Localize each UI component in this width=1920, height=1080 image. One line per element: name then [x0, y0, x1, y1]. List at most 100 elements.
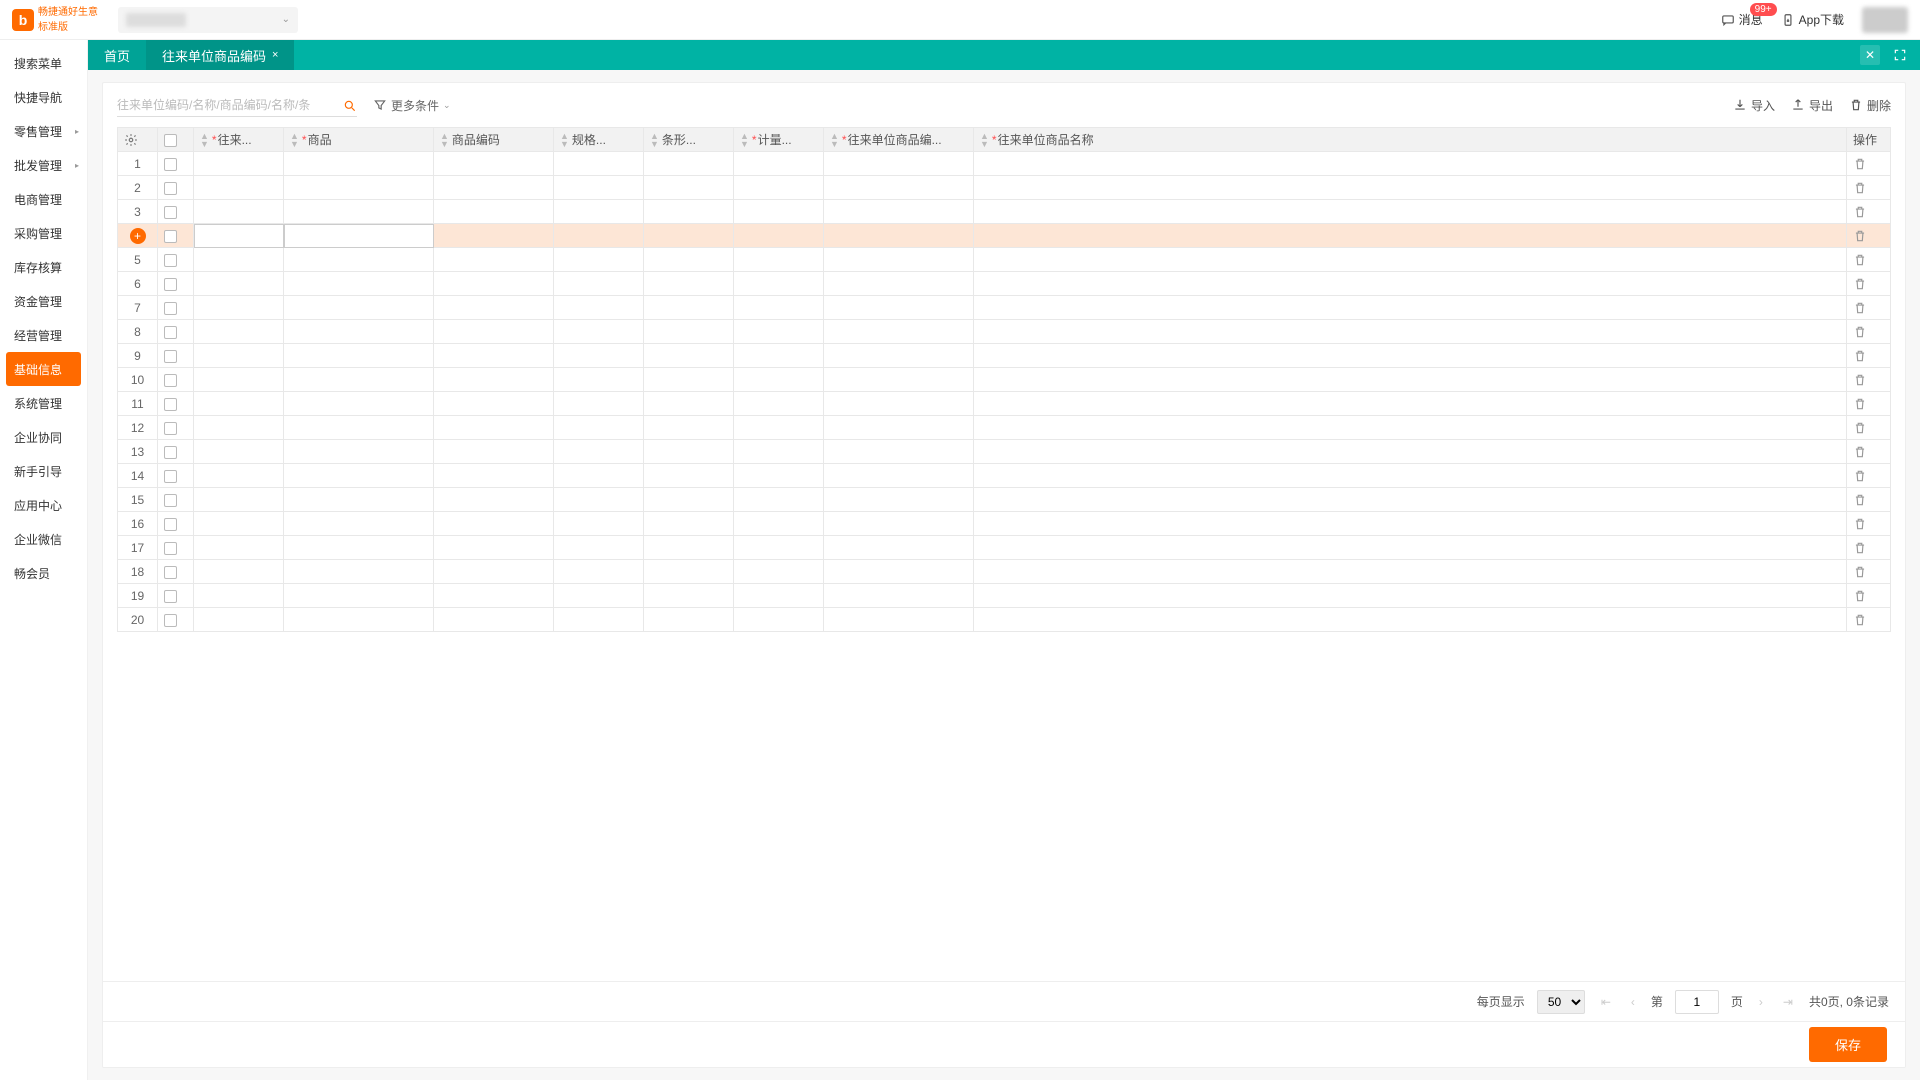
cell[interactable] [974, 440, 1847, 464]
row-checkbox[interactable] [158, 488, 194, 512]
save-button[interactable]: 保存 [1809, 1027, 1887, 1062]
cell[interactable] [824, 440, 974, 464]
delete-button[interactable]: 删除 [1849, 97, 1891, 114]
cell[interactable] [554, 368, 644, 392]
cell[interactable] [284, 440, 434, 464]
table-row[interactable]: 2 [118, 176, 1891, 200]
sidebar-item-8[interactable]: 经营管理 [0, 318, 87, 352]
cell[interactable] [824, 200, 974, 224]
cell[interactable] [554, 392, 644, 416]
row-checkbox[interactable] [158, 536, 194, 560]
sidebar-item-3[interactable]: 批发管理▸ [0, 148, 87, 182]
cell[interactable] [194, 392, 284, 416]
row-delete[interactable] [1847, 248, 1891, 272]
cell[interactable] [824, 536, 974, 560]
row-checkbox[interactable] [158, 272, 194, 296]
cell[interactable] [824, 368, 974, 392]
cell[interactable] [284, 560, 434, 584]
cell[interactable] [194, 296, 284, 320]
cell[interactable] [554, 224, 644, 248]
row-delete[interactable] [1847, 560, 1891, 584]
column-header-7[interactable]: ▲▼*往来单位商品名称 [974, 128, 1847, 152]
row-checkbox[interactable] [158, 392, 194, 416]
cell[interactable] [974, 272, 1847, 296]
row-checkbox[interactable] [158, 608, 194, 632]
cell[interactable] [734, 272, 824, 296]
cell[interactable] [734, 464, 824, 488]
cell[interactable] [974, 560, 1847, 584]
cell[interactable] [554, 416, 644, 440]
first-page-button[interactable]: ⇤ [1597, 995, 1615, 1009]
page-input[interactable] [1675, 990, 1719, 1014]
row-checkbox[interactable] [158, 584, 194, 608]
cell[interactable] [554, 584, 644, 608]
cell[interactable] [284, 152, 434, 176]
row-delete[interactable] [1847, 584, 1891, 608]
sidebar-item-13[interactable]: 应用中心 [0, 488, 87, 522]
row-checkbox[interactable] [158, 248, 194, 272]
cell[interactable] [194, 224, 284, 248]
cell[interactable] [974, 248, 1847, 272]
cell[interactable] [824, 296, 974, 320]
cell[interactable] [434, 416, 554, 440]
cell[interactable] [734, 584, 824, 608]
cell[interactable] [284, 464, 434, 488]
sidebar-item-10[interactable]: 系统管理 [0, 386, 87, 420]
cell[interactable] [194, 272, 284, 296]
row-checkbox[interactable] [158, 200, 194, 224]
cell[interactable] [194, 416, 284, 440]
cell[interactable] [824, 512, 974, 536]
table-row[interactable]: + [118, 224, 1891, 248]
column-header-4[interactable]: ▲▼条形... [644, 128, 734, 152]
cell[interactable] [434, 464, 554, 488]
cell[interactable] [194, 488, 284, 512]
cell[interactable] [194, 584, 284, 608]
row-checkbox[interactable] [158, 368, 194, 392]
cell[interactable] [554, 200, 644, 224]
cell[interactable] [284, 176, 434, 200]
table-row[interactable]: 11 [118, 392, 1891, 416]
cell[interactable] [974, 344, 1847, 368]
row-checkbox[interactable] [158, 440, 194, 464]
cell[interactable] [554, 344, 644, 368]
cell[interactable] [554, 272, 644, 296]
row-checkbox[interactable] [158, 416, 194, 440]
cell[interactable] [284, 200, 434, 224]
sidebar-item-15[interactable]: 畅会员 [0, 556, 87, 590]
sidebar-item-11[interactable]: 企业协同 [0, 420, 87, 454]
cell[interactable] [644, 392, 734, 416]
cell[interactable] [974, 416, 1847, 440]
table-row[interactable]: 20 [118, 608, 1891, 632]
cell[interactable] [434, 248, 554, 272]
cell[interactable] [734, 200, 824, 224]
cell[interactable] [974, 512, 1847, 536]
search-icon[interactable] [343, 96, 357, 112]
row-delete[interactable] [1847, 608, 1891, 632]
cell[interactable] [554, 296, 644, 320]
cell[interactable] [554, 560, 644, 584]
cell[interactable] [284, 344, 434, 368]
fullscreen-button[interactable] [1890, 45, 1910, 65]
table-row[interactable]: 16 [118, 512, 1891, 536]
row-delete[interactable] [1847, 464, 1891, 488]
next-page-button[interactable]: › [1755, 995, 1767, 1009]
row-checkbox[interactable] [158, 560, 194, 584]
row-delete[interactable] [1847, 200, 1891, 224]
cell[interactable] [434, 536, 554, 560]
cell[interactable] [644, 560, 734, 584]
table-row[interactable]: 19 [118, 584, 1891, 608]
cell[interactable] [434, 608, 554, 632]
cell[interactable] [824, 608, 974, 632]
cell[interactable] [434, 272, 554, 296]
row-checkbox[interactable] [158, 176, 194, 200]
row-checkbox[interactable] [158, 296, 194, 320]
cell[interactable] [644, 176, 734, 200]
cell[interactable] [824, 320, 974, 344]
row-delete[interactable] [1847, 224, 1891, 248]
cell[interactable] [434, 488, 554, 512]
cell[interactable] [194, 512, 284, 536]
row-checkbox[interactable] [158, 224, 194, 248]
cell[interactable] [734, 416, 824, 440]
cell[interactable] [644, 536, 734, 560]
cell[interactable] [734, 488, 824, 512]
